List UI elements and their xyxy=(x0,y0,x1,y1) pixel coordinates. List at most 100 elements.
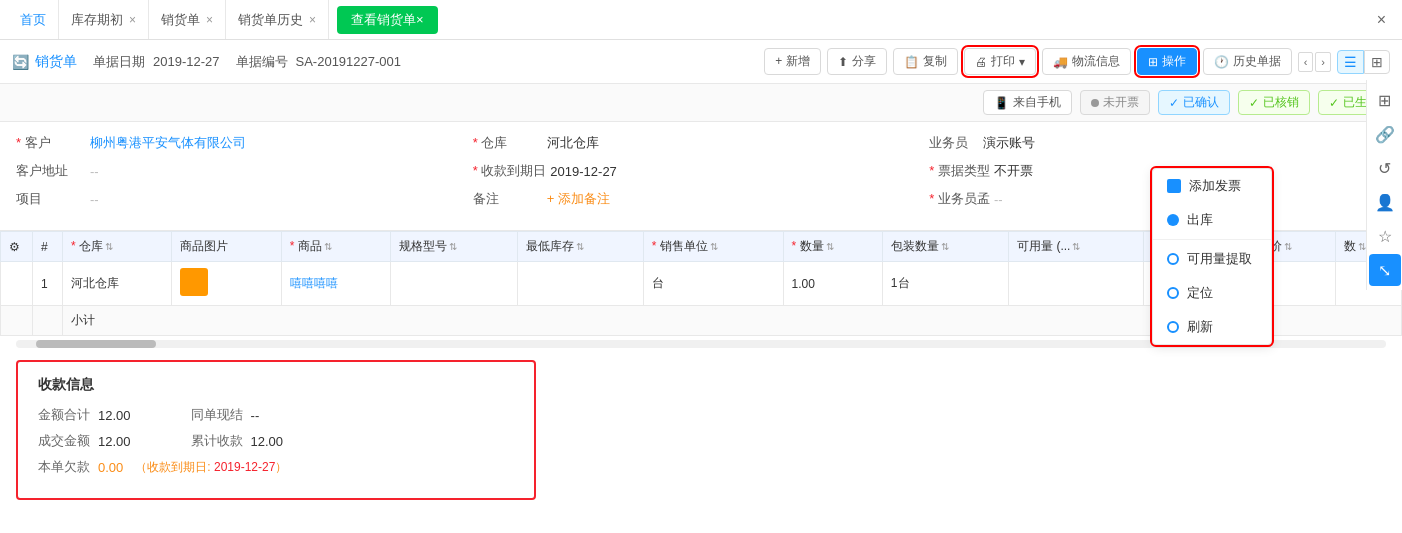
layout-grid[interactable]: ⊞ xyxy=(1364,50,1390,74)
warehouse-value[interactable]: 河北仓库 xyxy=(547,134,599,152)
nav-prev[interactable]: ‹ xyxy=(1298,52,1314,72)
tab-sales-order[interactable]: 销货单 × xyxy=(149,0,226,39)
add-invoice-icon xyxy=(1167,179,1181,193)
history-button[interactable]: 🕐 历史单据 xyxy=(1203,48,1292,75)
warehouse-label: 仓库 xyxy=(473,134,543,152)
deal-amount-field: 成交金额 12.00 xyxy=(38,432,131,450)
confirmed-badge[interactable]: ✓ 已确认 xyxy=(1158,90,1230,115)
operations-button[interactable]: ⊞ 操作 xyxy=(1137,48,1197,75)
share-button[interactable]: ⬆ 分享 xyxy=(827,48,887,75)
dropdown-refresh[interactable]: 刷新 xyxy=(1153,310,1271,344)
from-phone-btn[interactable]: 📱 来自手机 xyxy=(983,90,1072,115)
doc-date-label: 单据日期 2019-12-27 xyxy=(93,53,220,71)
checked-badge[interactable]: ✓ 已核销 xyxy=(1238,90,1310,115)
history-icon: 🕐 xyxy=(1214,55,1229,69)
doc-title: 🔄 销货单 xyxy=(12,53,77,71)
same-order-field: 同单现结 -- xyxy=(191,406,260,424)
col-unit: 销售单位⇅ xyxy=(643,232,783,262)
customer-label: 客户 xyxy=(16,134,86,152)
payment-row-3: 本单欠款 0.00 （收款到期日: 2019-12-27） xyxy=(38,458,514,476)
address-field: 客户地址 -- xyxy=(16,162,473,180)
project-field: 项目 -- xyxy=(16,190,473,208)
remark-add[interactable]: + 添加备注 xyxy=(547,190,610,208)
salesperson-label: 业务员 xyxy=(929,134,979,152)
tab-bar-close-btn[interactable]: × xyxy=(1369,11,1394,29)
remark-field: 备注 + 添加备注 xyxy=(473,190,930,208)
col-qty: 数量⇅ xyxy=(783,232,882,262)
not-open-badge[interactable]: 未开票 xyxy=(1080,90,1150,115)
payment-row-2: 成交金额 12.00 累计收款 12.00 xyxy=(38,432,514,450)
logistics-button[interactable]: 🚚 物流信息 xyxy=(1042,48,1131,75)
nav-arrows: ‹ › xyxy=(1298,52,1331,72)
nav-next[interactable]: › xyxy=(1315,52,1331,72)
col-num: # xyxy=(33,232,63,262)
print-dropdown-arrow: ▾ xyxy=(1019,55,1025,69)
col-img: 商品图片 xyxy=(172,232,281,262)
remark-label: 备注 xyxy=(473,190,543,208)
close-view-order[interactable]: × xyxy=(416,12,424,27)
share-icon: ⬆ xyxy=(838,55,848,69)
project-label: 项目 xyxy=(16,190,86,208)
subtotal-empty2 xyxy=(33,306,63,336)
ticket-value: 不开票 xyxy=(994,162,1033,180)
form-row-1: 客户 柳州粤港平安气体有限公司 仓库 河北仓库 业务员 演示账号 xyxy=(16,134,1386,152)
new-button[interactable]: + 新增 xyxy=(764,48,820,75)
dropdown-add-invoice[interactable]: 添加发票 xyxy=(1153,169,1271,203)
payment-title: 收款信息 xyxy=(38,376,514,394)
dropdown-outbound[interactable]: 出库 xyxy=(1153,203,1271,237)
circle-icon-gray xyxy=(1091,99,1099,107)
cumulative-field: 累计收款 12.00 xyxy=(191,432,284,450)
check-icon-blue: ✓ xyxy=(1169,96,1179,110)
sidebar-user-icon[interactable]: 👤 xyxy=(1369,186,1401,218)
doc-actions: + 新增 ⬆ 分享 📋 复制 🖨 打印 ▾ 🚚 物流信息 xyxy=(764,48,1390,75)
tab-sales-history[interactable]: 销货单历史 × xyxy=(226,0,329,39)
payment-date-label: 收款到期日 xyxy=(473,162,547,180)
salesperson-value: 演示账号 xyxy=(983,134,1035,152)
col-product: 商品⇅ xyxy=(281,232,390,262)
col-spec: 规格型号⇅ xyxy=(391,232,517,262)
tab-view-sales-order[interactable]: 查看销货单 × xyxy=(337,6,438,34)
warehouse-field: 仓库 河北仓库 xyxy=(473,134,930,152)
print-button[interactable]: 🖨 打印 ▾ xyxy=(964,48,1036,75)
tab-home[interactable]: 首页 xyxy=(8,0,59,39)
operations-dropdown: 添加发票 出库 可用量提取 定位 刷新 xyxy=(1152,168,1272,345)
subtotal-empty1 xyxy=(1,306,33,336)
sidebar-star-icon[interactable]: ☆ xyxy=(1369,220,1401,252)
sidebar-fullscreen-icon[interactable]: ⤡ xyxy=(1369,254,1401,286)
doc-header: 🔄 销货单 单据日期 2019-12-27 单据编号 SA-20191227-0… xyxy=(0,40,1402,84)
locate-icon xyxy=(1167,287,1179,299)
payment-row-1: 金额合计 12.00 同单现结 -- xyxy=(38,406,514,424)
dropdown-available-qty[interactable]: 可用量提取 xyxy=(1153,242,1271,276)
dropdown-locate[interactable]: 定位 xyxy=(1153,276,1271,310)
tab-inventory-init[interactable]: 库存期初 × xyxy=(59,0,149,39)
sidebar-expand-icon[interactable]: ⊞ xyxy=(1369,84,1401,116)
customer-value[interactable]: 柳州粤港平安气体有限公司 xyxy=(90,134,246,152)
row-product[interactable]: 嘻嘻嘻嘻 xyxy=(281,262,390,306)
project-value: -- xyxy=(90,192,99,207)
amount-total-field: 金额合计 12.00 xyxy=(38,406,131,424)
grid-icon: ⊞ xyxy=(1148,55,1158,69)
copy-icon: 📋 xyxy=(904,55,919,69)
layout-buttons: ☰ ⊞ xyxy=(1337,50,1390,74)
row-pkg-qty: 1台 xyxy=(882,262,1008,306)
payment-date-value[interactable]: 2019-12-27 xyxy=(550,164,617,179)
row-min-stock xyxy=(517,262,643,306)
scroll-thumb[interactable] xyxy=(36,340,156,348)
col-settings[interactable]: ⚙ xyxy=(1,232,33,262)
owed-field: 本单欠款 0.00 （收款到期日: 2019-12-27） xyxy=(38,458,287,476)
layout-list[interactable]: ☰ xyxy=(1337,50,1364,74)
col-warehouse: 仓库⇅ xyxy=(63,232,172,262)
row-settings xyxy=(1,262,33,306)
close-sales-history[interactable]: × xyxy=(309,13,316,27)
close-sales-order[interactable]: × xyxy=(206,13,213,27)
row-img xyxy=(172,262,281,306)
right-sidebar: ⊞ 🔗 ↺ 👤 ☆ ⤡ xyxy=(1366,80,1402,290)
doc-meta: 单据日期 2019-12-27 单据编号 SA-20191227-001 xyxy=(93,53,401,71)
sidebar-link-icon[interactable]: 🔗 xyxy=(1369,118,1401,150)
copy-button[interactable]: 📋 复制 xyxy=(893,48,958,75)
close-inventory-init[interactable]: × xyxy=(129,13,136,27)
outbound-icon xyxy=(1167,214,1179,226)
doc-icon: 🔄 xyxy=(12,54,29,70)
sidebar-reset-icon[interactable]: ↺ xyxy=(1369,152,1401,184)
row-qty: 1.00 xyxy=(783,262,882,306)
